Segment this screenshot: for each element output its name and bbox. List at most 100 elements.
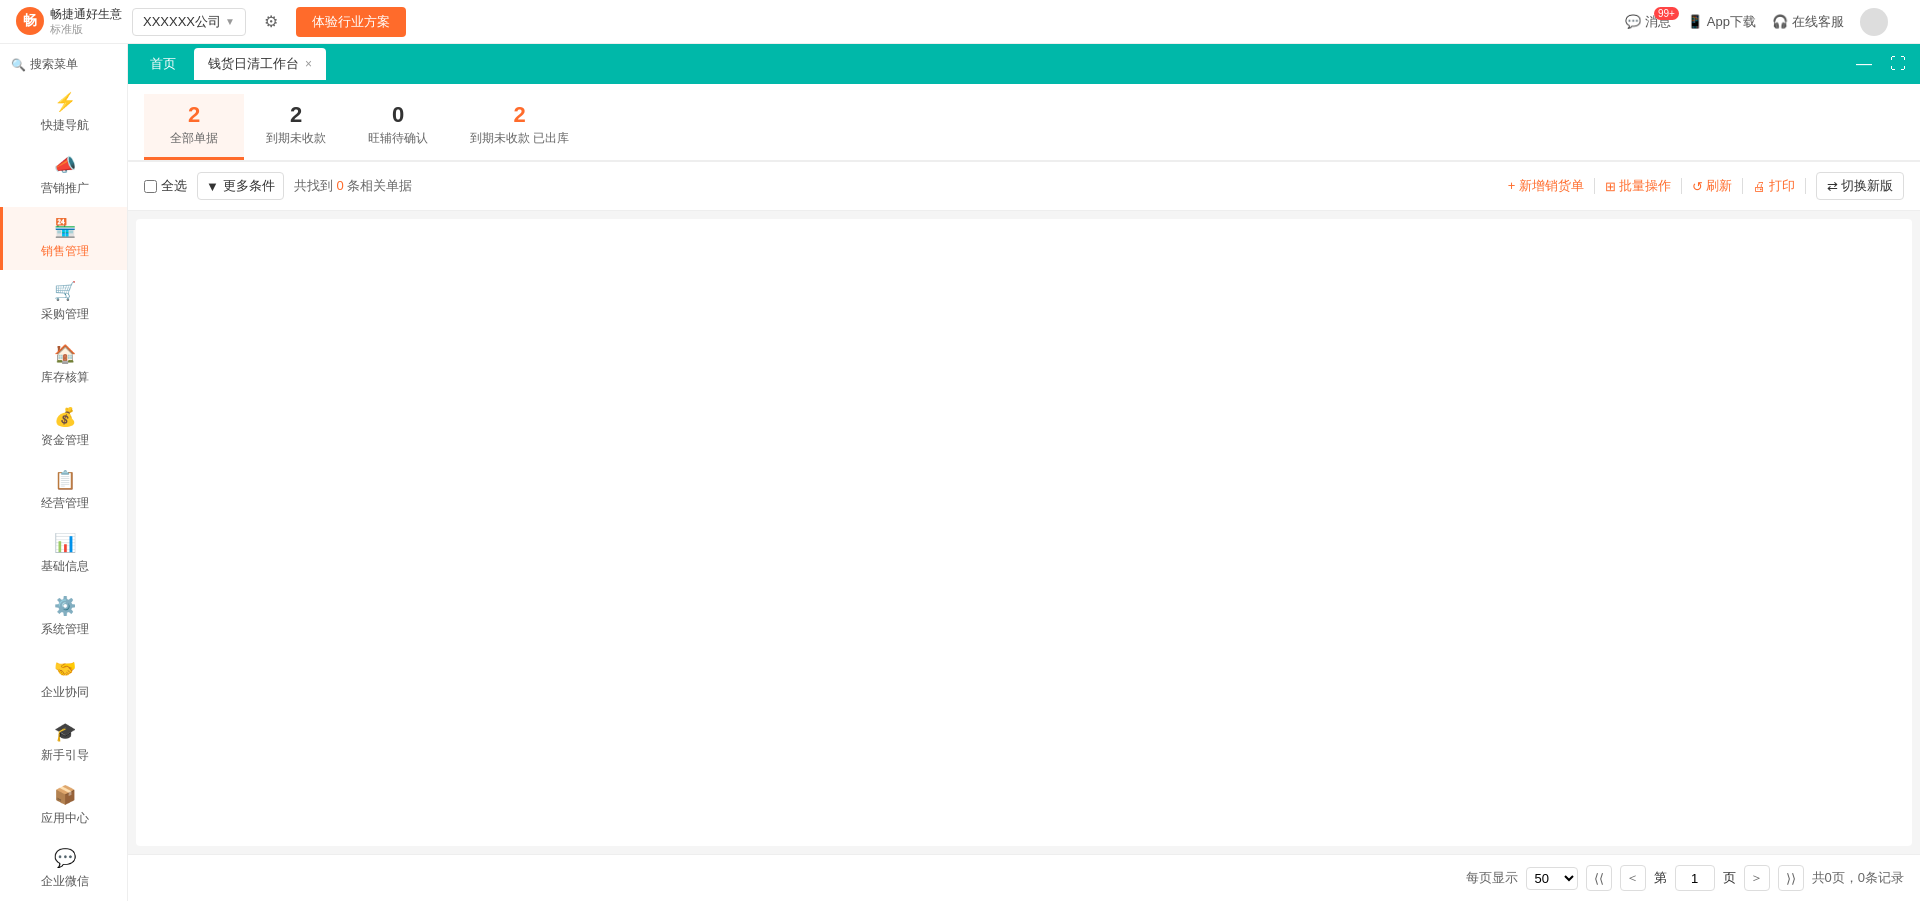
- sidebar-label-app-center: 应用中心: [41, 810, 89, 827]
- filter-button[interactable]: ▼ 更多条件: [197, 172, 284, 200]
- sidebar-item-quick-nav[interactable]: ⚡ 快捷导航: [0, 81, 127, 144]
- operations-icon: 📋: [54, 469, 76, 491]
- result-suffix: 条相关单据: [347, 178, 412, 193]
- user-avatar[interactable]: [1860, 8, 1888, 36]
- basic-info-icon: 📊: [54, 532, 76, 554]
- message-badge: 99+: [1654, 7, 1679, 20]
- batch-operation-button[interactable]: ⊞ 批量操作: [1605, 177, 1671, 195]
- sidebar-item-operations[interactable]: 📋 经营管理: [0, 459, 127, 522]
- sidebar-search[interactable]: 🔍 搜索菜单: [0, 44, 127, 81]
- sidebar-item-finance[interactable]: 💰 资金管理: [0, 396, 127, 459]
- service-icon: 🎧: [1772, 14, 1788, 29]
- sidebar-item-wechat[interactable]: 💬 企业微信: [0, 837, 127, 900]
- switch-new-version-button[interactable]: ⇄ 切换新版: [1816, 172, 1904, 200]
- sidebar-item-system[interactable]: ⚙️ 系统管理: [0, 585, 127, 648]
- tab-label: 钱货日清工作台: [208, 55, 299, 73]
- sidebar-label-guide: 新手引导: [41, 747, 89, 764]
- sidebar-label-quick-nav: 快捷导航: [41, 117, 89, 134]
- toolbar: 全选 ▼ 更多条件 共找到 0 条相关单据 + 新增销货单 ⊞ 批量操作: [128, 162, 1920, 211]
- toolbar-divider-2: [1681, 178, 1682, 194]
- stat-tab-overdue-out[interactable]: 2 到期未收款 已出库: [450, 94, 589, 160]
- logo-area: 畅 畅捷通好生意 标准版: [16, 7, 122, 37]
- stat-label-overdue-out: 到期未收款 已出库: [470, 130, 569, 147]
- stat-tab-overdue[interactable]: 2 到期未收款: [246, 94, 346, 160]
- top-bar: 畅 畅捷通好生意 标准版 XXXXXX公司 ▼ ⚙ 体验行业方案 💬 消息 99…: [0, 0, 1920, 44]
- sidebar-label-marketing: 营销推广: [41, 180, 89, 197]
- print-label: 打印: [1769, 177, 1795, 195]
- download-icon: 📱: [1687, 14, 1703, 29]
- stat-tab-all[interactable]: 2 全部单据: [144, 94, 244, 160]
- switch-icon: ⇄: [1827, 179, 1838, 194]
- tab-bar: 首页 钱货日清工作台 × — ⛶: [128, 44, 1920, 84]
- page-content: 2 全部单据 2 到期未收款 0 旺辅待确认 2 到期未收款 已出库: [128, 84, 1920, 901]
- result-prefix: 共找到: [294, 178, 333, 193]
- sidebar-item-inventory[interactable]: 🏠 库存核算: [0, 333, 127, 396]
- online-service-item[interactable]: 🎧 在线客服: [1772, 13, 1844, 31]
- marketing-icon: 📣: [54, 154, 76, 176]
- stat-tab-pending[interactable]: 0 旺辅待确认: [348, 94, 448, 160]
- sidebar-item-marketing[interactable]: 📣 营销推广: [0, 144, 127, 207]
- refresh-icon: ↺: [1692, 179, 1703, 194]
- system-icon: ⚙️: [54, 595, 76, 617]
- next-page-button[interactable]: ＞: [1744, 865, 1770, 891]
- select-all-checkbox[interactable]: 全选: [144, 177, 187, 195]
- sidebar-item-guide[interactable]: 🎓 新手引导: [0, 711, 127, 774]
- refresh-label: 刷新: [1706, 177, 1732, 195]
- toolbar-divider-1: [1594, 178, 1595, 194]
- inventory-icon: 🏠: [54, 343, 76, 365]
- tab-current[interactable]: 钱货日清工作台 ×: [194, 48, 326, 80]
- guide-icon: 🎓: [54, 721, 76, 743]
- wechat-icon: 💬: [54, 847, 76, 869]
- finance-icon: 💰: [54, 406, 76, 428]
- tab-bar-actions: — ⛶: [1850, 53, 1912, 75]
- sidebar-item-app-center[interactable]: 📦 应用中心: [0, 774, 127, 837]
- page-suffix: 页: [1723, 869, 1736, 887]
- tab-minimize-icon[interactable]: —: [1850, 53, 1878, 75]
- page-total: 共0页，0条记录: [1812, 869, 1904, 887]
- top-bar-left: 畅 畅捷通好生意 标准版 XXXXXX公司 ▼ ⚙ 体验行业方案: [16, 7, 406, 37]
- sidebar-label-system: 系统管理: [41, 621, 89, 638]
- select-all-input[interactable]: [144, 180, 157, 193]
- first-page-button[interactable]: ⟨⟨: [1586, 865, 1612, 891]
- prev-page-button[interactable]: ＜: [1620, 865, 1646, 891]
- per-page-label: 每页显示: [1466, 869, 1518, 887]
- message-item[interactable]: 💬 消息 99+: [1625, 13, 1671, 31]
- tab-home[interactable]: 首页: [136, 49, 190, 79]
- stat-label-all: 全部单据: [170, 130, 218, 147]
- add-sales-order-button[interactable]: + 新增销货单: [1508, 177, 1584, 195]
- settings-icon[interactable]: ⚙: [256, 7, 286, 37]
- layout: 🔍 搜索菜单 ⚡ 快捷导航 📣 营销推广 🏪 销售管理 🛒 采购管理 🏠 库存核…: [0, 44, 1920, 901]
- sidebar-item-basic-info[interactable]: 📊 基础信息: [0, 522, 127, 585]
- page-number-input[interactable]: [1675, 865, 1715, 891]
- app-download-label: App下载: [1707, 13, 1756, 31]
- company-selector[interactable]: XXXXXX公司 ▼: [132, 8, 246, 36]
- stat-count-pending: 0: [392, 102, 404, 128]
- online-service-label: 在线客服: [1792, 13, 1844, 31]
- print-icon: 🖨: [1753, 179, 1766, 194]
- sales-icon: 🏪: [54, 217, 76, 239]
- main-content: 首页 钱货日清工作台 × — ⛶ 2 全部单据 2 到期未收款: [128, 44, 1920, 901]
- switch-label: 切换新版: [1841, 177, 1893, 195]
- trial-button[interactable]: 体验行业方案: [296, 7, 406, 37]
- dropdown-arrow-icon: ▼: [225, 16, 235, 27]
- search-icon: 🔍: [11, 58, 26, 72]
- sidebar-item-enterprise[interactable]: 🤝 企业协同: [0, 648, 127, 711]
- app-name: 畅捷通好生意: [50, 7, 122, 23]
- top-bar-right: 💬 消息 99+ 📱 App下载 🎧 在线客服: [1625, 8, 1904, 36]
- sidebar-item-sales[interactable]: 🏪 销售管理: [0, 207, 127, 270]
- app-download-item[interactable]: 📱 App下载: [1687, 13, 1756, 31]
- tab-close-icon[interactable]: ×: [305, 57, 312, 71]
- toolbar-divider-4: [1805, 178, 1806, 194]
- pagination: 每页显示 50 10 20 100 ⟨⟨ ＜ 第 页 ＞ ⟩⟩ 共0页，0条记录: [128, 854, 1920, 901]
- print-button[interactable]: 🖨 打印: [1753, 177, 1795, 195]
- sidebar-item-purchase[interactable]: 🛒 采购管理: [0, 270, 127, 333]
- refresh-button[interactable]: ↺ 刷新: [1692, 177, 1732, 195]
- filter-icon: ▼: [206, 179, 219, 194]
- tab-expand-icon[interactable]: ⛶: [1884, 53, 1912, 75]
- select-all-label: 全选: [161, 177, 187, 195]
- batch-label: 批量操作: [1619, 177, 1671, 195]
- sidebar-label-basic-info: 基础信息: [41, 558, 89, 575]
- last-page-button[interactable]: ⟩⟩: [1778, 865, 1804, 891]
- app-sub: 标准版: [50, 22, 122, 36]
- per-page-select[interactable]: 50 10 20 100: [1526, 867, 1578, 890]
